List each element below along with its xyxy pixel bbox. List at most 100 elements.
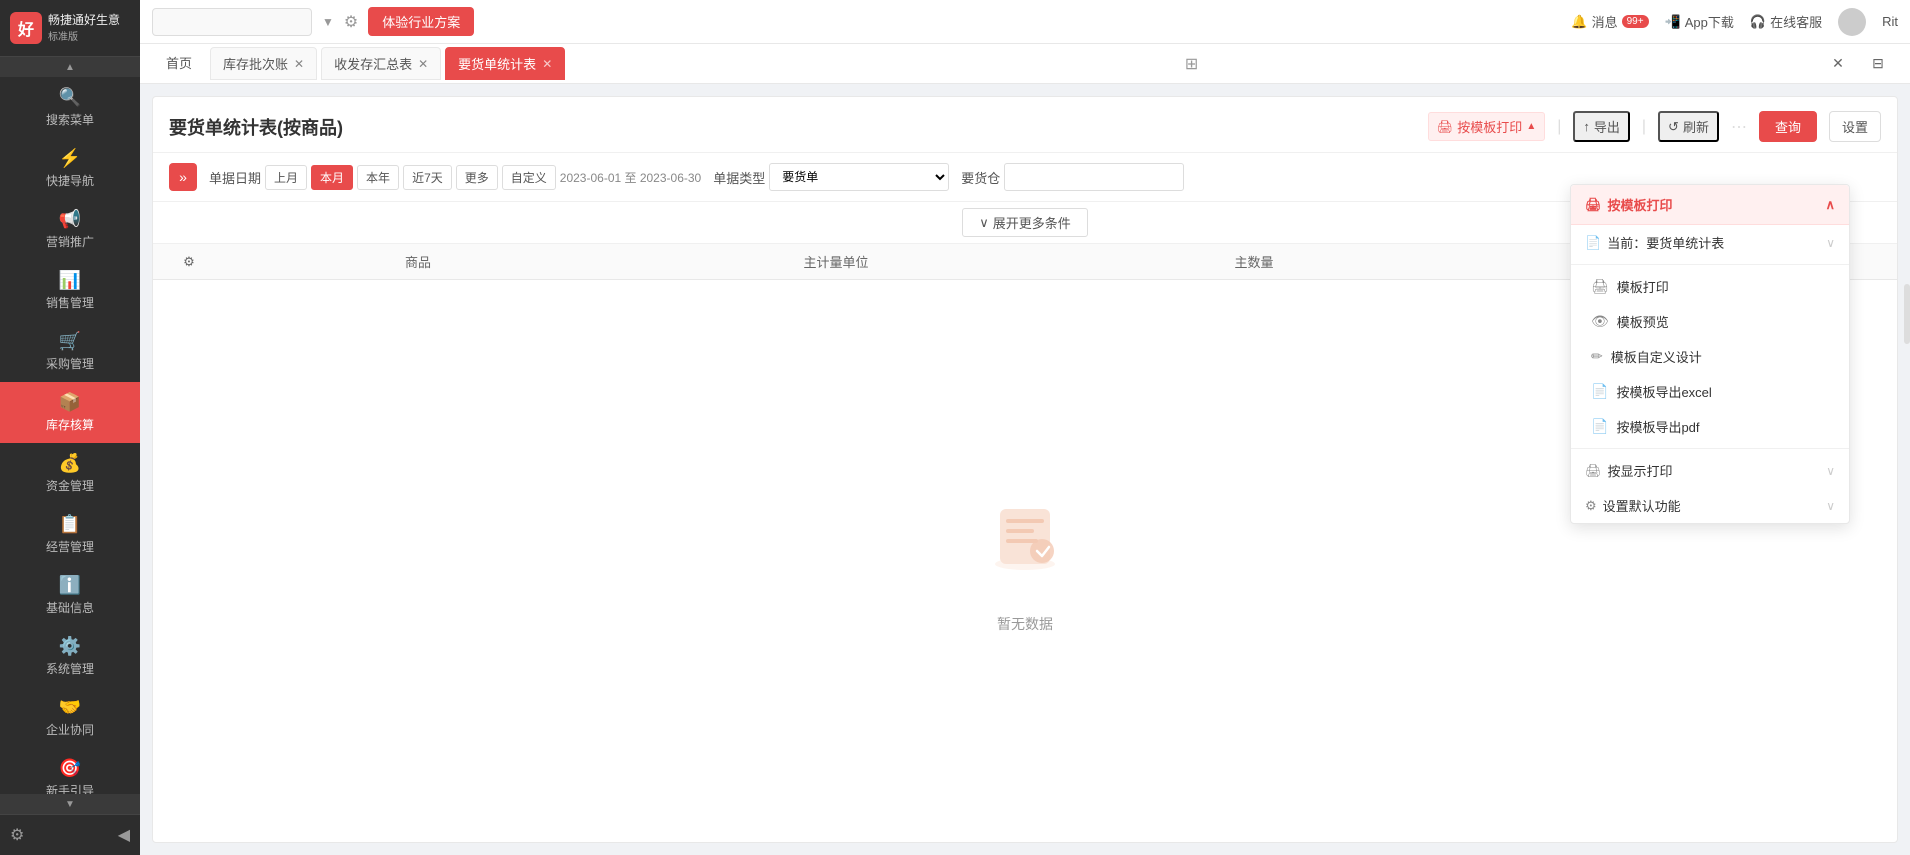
- print-dropdown-chevron[interactable]: ▲: [1526, 121, 1536, 132]
- print-template-print-item[interactable]: 🖨 模板打印: [1571, 269, 1849, 304]
- sidebar-nav: 🔍 搜索菜单 ⚡ 快捷导航 📢 营销推广 📊 销售管理 🛒 采购管理 📦 库存核…: [0, 77, 140, 794]
- printer-icon: 🖨: [1437, 119, 1454, 135]
- page-title: 要货单统计表(按商品): [169, 114, 343, 140]
- print-template-export-pdf-item[interactable]: 📄 按模板导出pdf: [1571, 409, 1849, 444]
- box-icon: 📦: [59, 392, 81, 413]
- expand-chevron-icon: ∨: [979, 215, 989, 231]
- print-display-print-section[interactable]: 🖨 按显示打印 ∨: [1571, 453, 1849, 488]
- current-section-chevron: ∨: [1826, 236, 1835, 250]
- topbar-search-input[interactable]: [152, 8, 312, 36]
- money-icon: 💰: [59, 453, 81, 474]
- online-service-item[interactable]: 🎧 在线客服: [1750, 12, 1822, 31]
- download-icon: 📲: [1665, 14, 1681, 30]
- print-template-export-excel-item[interactable]: 📄 按模板导出excel: [1571, 374, 1849, 409]
- tab-close-inventory-batch[interactable]: ✕: [294, 57, 304, 71]
- template-export-excel-icon: 📄: [1591, 383, 1608, 400]
- sidebar-item-basic[interactable]: ℹ️ 基础信息: [0, 565, 140, 626]
- filter-expand-btn[interactable]: »: [169, 163, 197, 191]
- trial-btn[interactable]: 体验行业方案: [368, 7, 474, 36]
- default-func-chevron: ∨: [1826, 499, 1835, 513]
- tab-collection-summary[interactable]: 收发存汇总表 ✕: [321, 47, 441, 80]
- refresh-btn[interactable]: ↺ 刷新: [1658, 111, 1719, 142]
- tab-order-summary[interactable]: 要货单统计表 ✕: [445, 47, 565, 80]
- date-this-year-btn[interactable]: 本年: [357, 165, 399, 190]
- divider-2: [1571, 448, 1849, 449]
- print-dropdown-collapse-icon[interactable]: ∧: [1825, 197, 1835, 213]
- table-col-product: 商品: [209, 252, 627, 271]
- date-last-month-btn[interactable]: 上月: [265, 165, 307, 190]
- export-btn[interactable]: ↑ 导出: [1573, 111, 1630, 142]
- template-print-icon: 🖨: [1591, 278, 1609, 295]
- window-close-btn[interactable]: ✕: [1818, 44, 1858, 84]
- expand-conditions-btn[interactable]: ∨ 展开更多条件: [962, 208, 1088, 237]
- topbar-settings-icon[interactable]: ⚙: [344, 12, 358, 32]
- app-logo-text: 畅捷通好生意 标准版: [48, 13, 120, 44]
- sidebar-item-inventory[interactable]: 📦 库存核算: [0, 382, 140, 443]
- table-settings-icon[interactable]: ⚙: [183, 254, 195, 269]
- date-this-month-btn[interactable]: 本月: [311, 165, 353, 190]
- tab-close-collection-summary[interactable]: ✕: [418, 57, 428, 71]
- headset-icon: 🎧: [1750, 14, 1766, 30]
- topbar-dropdown-icon[interactable]: ▼: [322, 15, 334, 29]
- table-col-unit: 主计量单位: [627, 252, 1045, 271]
- sidebar-item-finance[interactable]: 💰 资金管理: [0, 443, 140, 504]
- main-area: ▼ ⚙ 体验行业方案 🔔 消息 99+ 📲 App下载 🎧 在线客服 Rit 首…: [140, 0, 1910, 855]
- collapse-icon[interactable]: ◀: [118, 825, 130, 845]
- export-icon: ↑: [1583, 119, 1590, 134]
- app-download-item[interactable]: 📲 App下载: [1665, 12, 1734, 31]
- sidebar-scroll-down[interactable]: ▼: [0, 794, 140, 814]
- resize-handle[interactable]: [1904, 284, 1910, 344]
- date-custom-btn[interactable]: 自定义: [502, 165, 556, 190]
- sidebar-scroll-up[interactable]: ▲: [0, 57, 140, 77]
- cart-icon: 🛒: [59, 331, 81, 352]
- template-preview-icon: 👁: [1591, 313, 1609, 330]
- tab-home[interactable]: 首页: [152, 47, 206, 80]
- target-icon: 🎯: [59, 758, 81, 779]
- sidebar-bottom: ⚙ ◀: [0, 814, 140, 855]
- sidebar-item-system[interactable]: ⚙️ 系统管理: [0, 626, 140, 687]
- print-dropdown-current-section[interactable]: 📄 当前：要货单统计表 ∨: [1571, 225, 1849, 260]
- topbar: ▼ ⚙ 体验行业方案 🔔 消息 99+ 📲 App下载 🎧 在线客服 Rit: [140, 0, 1910, 44]
- empty-illustration: [980, 489, 1070, 579]
- sidebar-item-quick-nav[interactable]: ⚡ 快捷导航: [0, 138, 140, 199]
- display-print-chevron: ∨: [1826, 464, 1835, 478]
- tab-inventory-batch[interactable]: 库存批次账 ✕: [210, 47, 317, 80]
- sidebar-item-search[interactable]: 🔍 搜索菜单: [0, 77, 140, 138]
- sidebar-item-marketing[interactable]: 📢 营销推广: [0, 199, 140, 260]
- category-input[interactable]: [1004, 163, 1184, 191]
- query-btn[interactable]: 查询: [1759, 111, 1817, 142]
- print-default-func-section[interactable]: ⚙ 设置默认功能 ∨: [1571, 488, 1849, 523]
- notifications-item[interactable]: 🔔 消息 99+: [1571, 12, 1648, 31]
- sidebar-item-sales[interactable]: 📊 销售管理: [0, 260, 140, 321]
- topbar-right: 🔔 消息 99+ 📲 App下载 🎧 在线客服 Rit: [1571, 8, 1898, 36]
- print-dropdown-menu: 🖨 按模板打印 ∧ 📄 当前：要货单统计表 ∨ 🖨 模板打印 👁 模板预览: [1570, 184, 1850, 524]
- bell-icon: 🔔: [1571, 14, 1587, 30]
- sidebar: 好 畅捷通好生意 标准版 ▲ 🔍 搜索菜单 ⚡ 快捷导航 📢 营销推广 📊 销售…: [0, 0, 140, 855]
- date-7days-btn[interactable]: 近7天: [403, 165, 452, 190]
- order-type-label: 单据类型: [713, 168, 765, 187]
- date-more-btn[interactable]: 更多: [456, 165, 498, 190]
- app-logo-icon: 好: [10, 12, 42, 44]
- print-template-preview-item[interactable]: 👁 模板预览: [1571, 304, 1849, 339]
- page-header-actions: 🖨 按模板打印 ▲ | ↑ 导出 | ↺ 刷新 ⋯ 查询: [1428, 111, 1881, 142]
- user-avatar[interactable]: [1838, 8, 1866, 36]
- settings-bottom-icon[interactable]: ⚙: [10, 825, 24, 845]
- window-maximize-btn[interactable]: ⊟: [1858, 44, 1898, 84]
- refresh-icon: ↺: [1668, 119, 1679, 135]
- print-template-design-item[interactable]: ✏ 模板自定义设计: [1571, 339, 1849, 374]
- current-template-icon: 📄: [1585, 235, 1601, 251]
- date-label: 单据日期: [209, 168, 261, 187]
- default-func-icon: ⚙: [1585, 498, 1597, 514]
- settings-btn[interactable]: 设置: [1829, 111, 1881, 142]
- page-header: 要货单统计表(按商品) 🖨 按模板打印 ▲ | ↑ 导出 | ↺: [153, 97, 1897, 153]
- print-btn[interactable]: 🖨 按模板打印 ▲: [1428, 112, 1545, 141]
- order-type-select[interactable]: 要货单: [769, 163, 949, 191]
- sidebar-logo: 好 畅捷通好生意 标准版: [0, 0, 140, 57]
- sidebar-item-enterprise[interactable]: 🤝 企业协同: [0, 687, 140, 748]
- sidebar-item-operations[interactable]: 📋 经营管理: [0, 504, 140, 565]
- sidebar-item-purchase[interactable]: 🛒 采购管理: [0, 321, 140, 382]
- tab-expand-btn[interactable]: ⊞: [1179, 50, 1204, 78]
- sidebar-item-guide[interactable]: 🎯 新手引导: [0, 748, 140, 794]
- chart-icon: 📊: [59, 270, 81, 291]
- tab-close-order-summary[interactable]: ✕: [542, 57, 552, 71]
